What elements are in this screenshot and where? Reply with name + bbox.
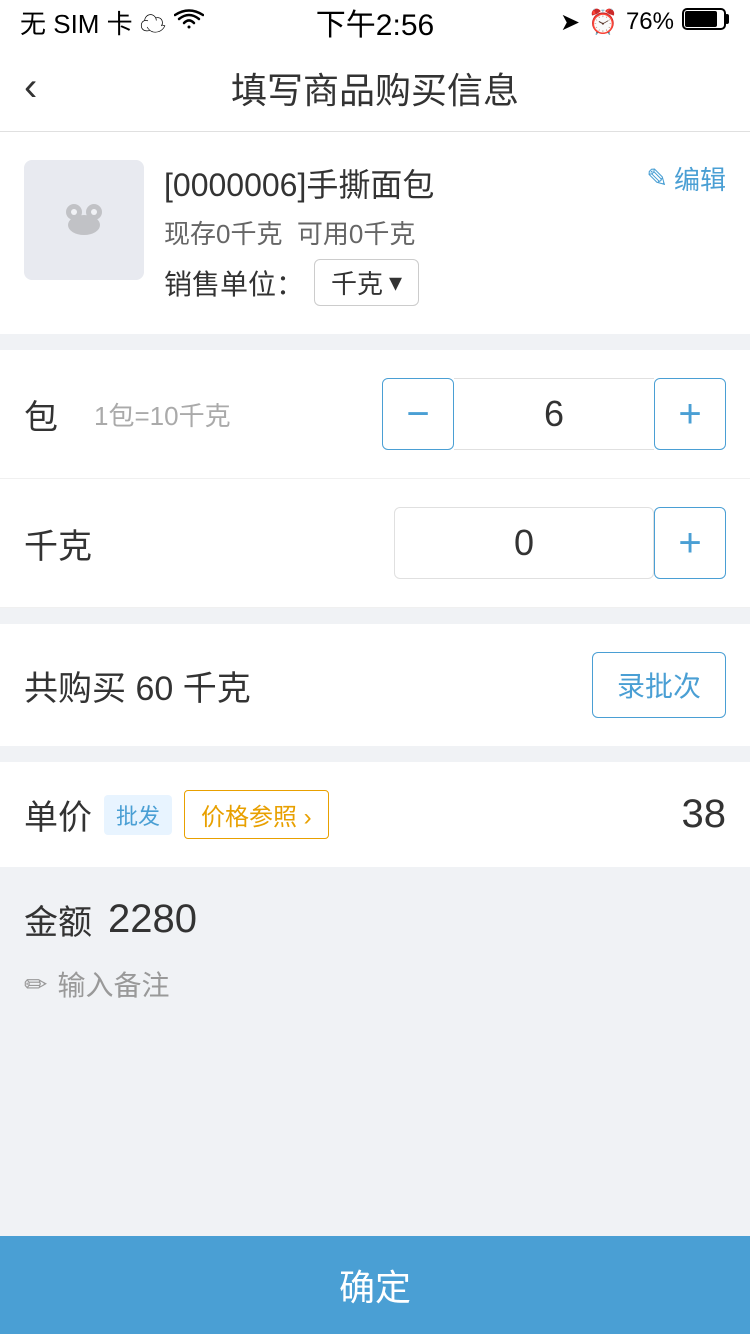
kilogram-row: 千克 + [0,479,750,608]
price-section: 单价 批发 价格参照 › 38 [0,762,750,867]
status-bar: 无 SIM 卡 ☁ 下午2:56 ➤ ⏰ 76% [0,0,750,44]
confirm-button[interactable]: 确定 [0,1236,750,1334]
package-section: 包 1包=10千克 − + 千克 + [0,350,750,608]
total-row: 共购买 60 千克 录批次 [0,624,750,746]
note-label: 输入备注 [57,964,169,1004]
package-plus-button[interactable]: + [654,378,726,450]
kilogram-label: 千克 [24,519,92,568]
package-controls: − + [382,378,726,450]
price-left: 单价 批发 价格参照 › [24,790,329,839]
kilogram-controls: + [394,507,726,579]
unit-selector[interactable]: 千克 ▾ [314,259,419,306]
note-row[interactable]: ✏ 输入备注 [24,964,726,1004]
edit-icon: ✎ [646,163,668,194]
page-title: 填写商品购买信息 [231,62,519,114]
status-left: 无 SIM 卡 ☁ [20,4,204,41]
alarm-icon: ⏰ [588,8,618,37]
status-right: ➤ ⏰ 76% [560,7,730,38]
batch-button[interactable]: 录批次 [592,652,726,718]
package-minus-button[interactable]: − [382,378,454,450]
price-ref-button[interactable]: 价格参照 › [184,790,329,839]
status-time: 下午2:56 [316,0,434,44]
product-info: [0000006]手撕面包 现存0千克 可用0千克 销售单位： 千克 ▾ [164,160,726,306]
amount-section: 金额 2280 ✏ 输入备注 [0,867,750,1167]
battery-icon [682,7,730,38]
price-value: 38 [682,792,727,837]
price-badge: 批发 [104,795,172,835]
nav-bar: ‹ 填写商品购买信息 [0,44,750,132]
kilogram-input[interactable] [394,507,654,579]
product-name: [0000006]手撕面包 [164,160,726,206]
location-icon: ➤ [560,8,580,37]
package-input[interactable] [454,378,654,450]
kilogram-plus-button[interactable]: + [654,507,726,579]
product-unit-row: 销售单位： 千克 ▾ [164,259,726,306]
package-sublabel: 1包=10千克 [94,396,382,433]
wifi-icon [174,7,204,38]
package-row: 包 1包=10千克 − + [0,350,750,479]
price-row: 单价 批发 价格参照 › 38 [24,790,726,839]
battery-label: 76% [626,8,674,36]
product-card: [0000006]手撕面包 现存0千克 可用0千克 销售单位： 千克 ▾ ✎ 编… [0,132,750,334]
amount-value: 2280 [108,897,197,942]
product-stock: 现存0千克 可用0千克 [164,214,726,251]
no-sim-label: 无 SIM 卡 ☁ [20,4,166,41]
back-button[interactable]: ‹ [24,65,37,110]
note-icon: ✏ [24,968,47,1001]
package-label: 包 [24,390,84,439]
total-text: 共购买 60 千克 [24,661,251,710]
price-label: 单价 [24,790,92,839]
edit-button[interactable]: ✎ 编辑 [646,160,726,197]
amount-label: 金额 [24,895,92,944]
dropdown-icon: ▾ [389,267,402,298]
amount-row: 金额 2280 [24,895,726,944]
unit-label: 销售单位： [164,263,304,303]
product-image [24,160,144,280]
